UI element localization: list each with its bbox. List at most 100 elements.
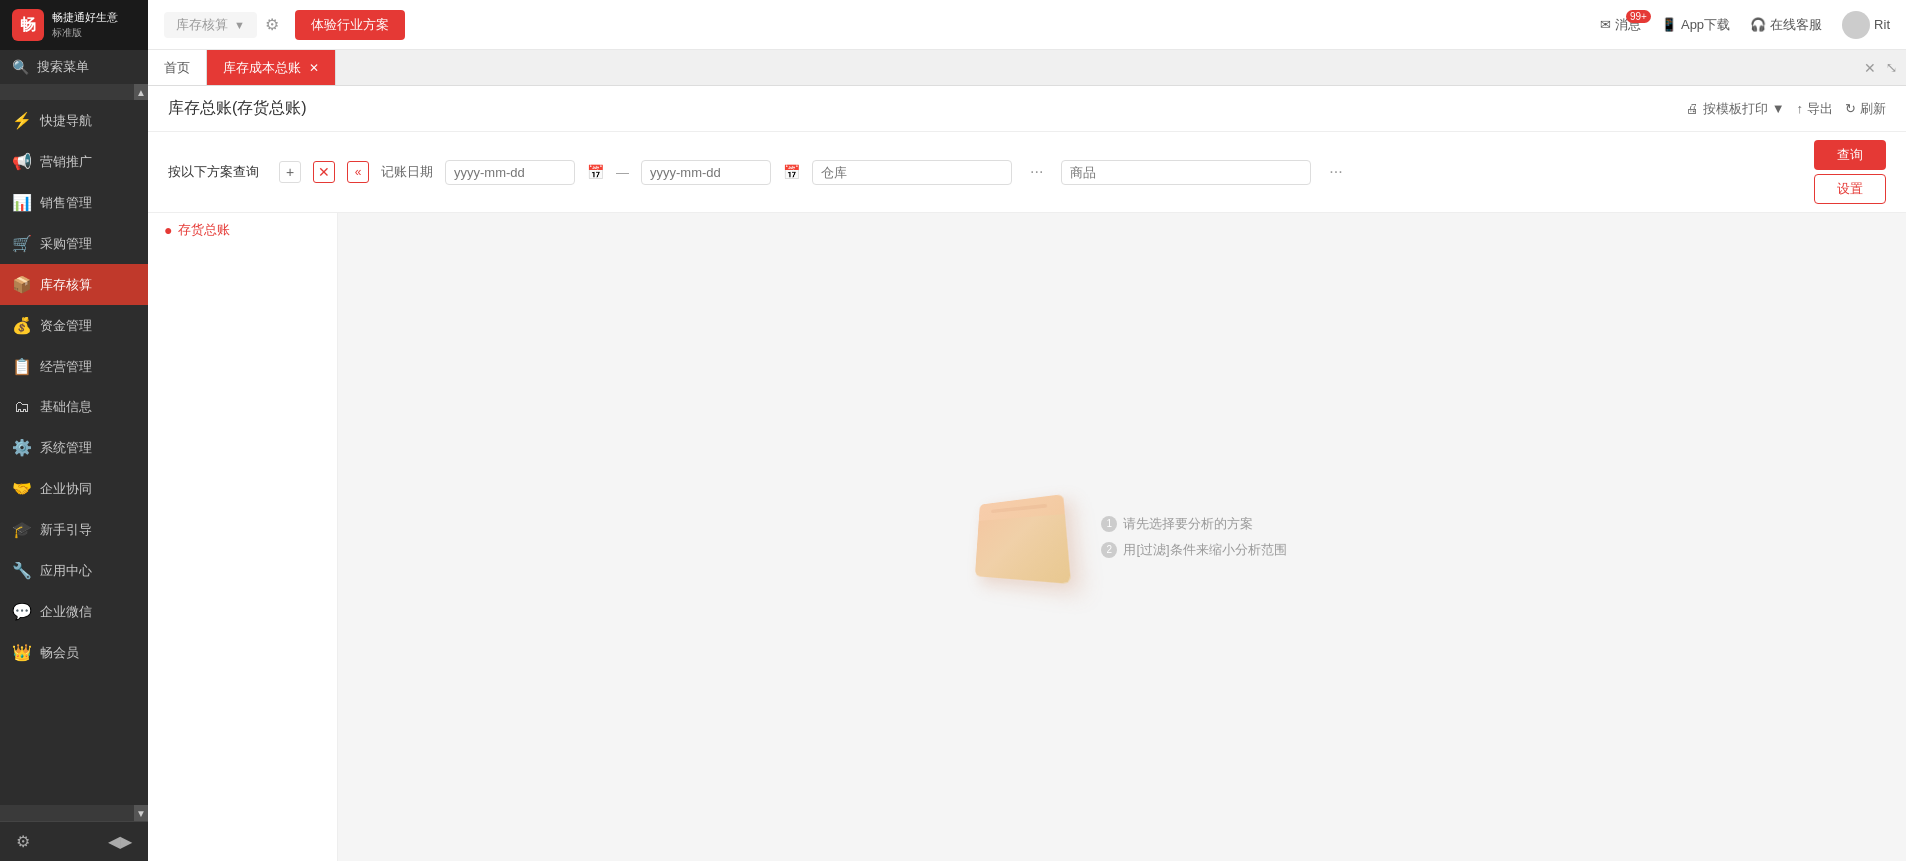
system-icon: ⚙️ bbox=[12, 438, 32, 457]
settings-icon[interactable]: ⚙ bbox=[16, 832, 30, 851]
print-chevron-icon: ▼ bbox=[1772, 101, 1785, 116]
avatar bbox=[1842, 11, 1870, 39]
sidebar-item-app-center[interactable]: 🔧 应用中心 bbox=[0, 550, 148, 591]
sidebar-item-label: 快捷导航 bbox=[40, 112, 92, 130]
app-download-label: App下载 bbox=[1681, 16, 1730, 34]
sidebar-item-sales[interactable]: 📊 销售管理 bbox=[0, 182, 148, 223]
sidebar-item-label: 企业协同 bbox=[40, 480, 92, 498]
calendar-start-icon[interactable]: 📅 bbox=[587, 164, 604, 180]
sidebar-item-label: 采购管理 bbox=[40, 235, 92, 253]
enterprise-wechat-icon: 💬 bbox=[12, 602, 32, 621]
tab-close-icon[interactable]: ✕ bbox=[309, 61, 319, 75]
filter-remove-btn[interactable]: ✕ bbox=[313, 161, 335, 183]
step-2-icon: 2 bbox=[1101, 542, 1117, 558]
scheme-item-inventory[interactable]: ● 存货总账 bbox=[148, 213, 337, 247]
hint-item-1: 1 请先选择要分析的方案 bbox=[1101, 511, 1286, 537]
sidebar-footer: ⚙ ◀▶ bbox=[0, 821, 148, 861]
app-center-icon: 🔧 bbox=[12, 561, 32, 580]
product-more-btn[interactable]: ··· bbox=[1323, 161, 1348, 183]
page-header: 库存总账(存货总账) 🖨 按模板打印 ▼ ↑ 导出 ↻ 刷新 bbox=[148, 86, 1906, 132]
page-title: 库存总账(存货总账) bbox=[168, 98, 307, 119]
date-start-input[interactable] bbox=[445, 160, 575, 185]
guide-icon: 🎓 bbox=[12, 520, 32, 539]
user-avatar-area[interactable]: Rit bbox=[1842, 11, 1890, 39]
warehouse-more-btn[interactable]: ··· bbox=[1024, 161, 1049, 183]
app-sub: 标准版 bbox=[52, 26, 118, 40]
app-download-btn[interactable]: 📱 App下载 bbox=[1661, 16, 1730, 34]
refresh-btn[interactable]: ↻ 刷新 bbox=[1845, 100, 1886, 118]
message-btn[interactable]: ✉ 消息 99+ bbox=[1600, 16, 1641, 34]
scroll-down-btn[interactable]: ▼ bbox=[134, 805, 148, 821]
sidebar-item-label: 畅会员 bbox=[40, 644, 79, 662]
step-1-icon: 1 bbox=[1101, 516, 1117, 532]
chevron-down-icon: ▼ bbox=[234, 19, 245, 31]
collapse-icon[interactable]: ◀▶ bbox=[108, 832, 132, 851]
industry-btn[interactable]: 体验行业方案 bbox=[295, 10, 405, 40]
sidebar-item-vip[interactable]: 👑 畅会员 bbox=[0, 632, 148, 673]
sidebar-item-enterprise-wechat[interactable]: 💬 企业微信 bbox=[0, 591, 148, 632]
sidebar-item-marketing[interactable]: 📢 营销推广 bbox=[0, 141, 148, 182]
sidebar-item-label: 经营管理 bbox=[40, 358, 92, 376]
sidebar-nav: ⚡ 快捷导航 📢 营销推广 📊 销售管理 🛒 采购管理 📦 库存核算 💰 资金管… bbox=[0, 100, 148, 805]
empty-state: 1 请先选择要分析的方案 2 用[过滤]条件来缩小分析范围 bbox=[957, 477, 1286, 597]
sidebar-item-cooperation[interactable]: 🤝 企业协同 bbox=[0, 468, 148, 509]
empty-hints: 1 请先选择要分析的方案 2 用[过滤]条件来缩小分析范围 bbox=[1101, 511, 1286, 563]
sidebar-item-label: 基础信息 bbox=[40, 398, 92, 416]
page-header-actions: 🖨 按模板打印 ▼ ↑ 导出 ↻ 刷新 bbox=[1686, 100, 1886, 118]
topbar: 库存核算 ▼ ⚙ 体验行业方案 ✉ 消息 99+ 📱 App下载 🎧 在线客服 bbox=[148, 0, 1906, 50]
filter-collapse-btn[interactable]: « bbox=[347, 161, 369, 183]
export-btn[interactable]: ↑ 导出 bbox=[1797, 100, 1834, 118]
empty-illustration bbox=[957, 477, 1077, 597]
sidebar-item-label: 营销推广 bbox=[40, 153, 92, 171]
sidebar-search[interactable]: 🔍 搜索菜单 bbox=[0, 50, 148, 84]
tab-home[interactable]: 首页 bbox=[148, 50, 207, 85]
tab-close-panel-btn[interactable]: ✕ bbox=[1860, 56, 1880, 80]
filter-actions: 查询 设置 bbox=[1814, 140, 1886, 204]
cooperation-icon: 🤝 bbox=[12, 479, 32, 498]
sidebar-item-system[interactable]: ⚙️ 系统管理 bbox=[0, 427, 148, 468]
tab-expand-btn[interactable]: ⤢ bbox=[1880, 58, 1904, 78]
product-input[interactable] bbox=[1061, 160, 1311, 185]
tab-inventory-ledger[interactable]: 库存成本总账 ✕ bbox=[207, 50, 336, 85]
print-label: 按模板打印 bbox=[1703, 100, 1768, 118]
sidebar-item-guide[interactable]: 🎓 新手引导 bbox=[0, 509, 148, 550]
main-data-area: 1 请先选择要分析的方案 2 用[过滤]条件来缩小分析范围 bbox=[338, 213, 1906, 861]
filter-add-btn[interactable]: + bbox=[279, 161, 301, 183]
date-end-input[interactable] bbox=[641, 160, 771, 185]
calendar-end-icon[interactable]: 📅 bbox=[783, 164, 800, 180]
topbar-settings-icon[interactable]: ⚙ bbox=[265, 15, 279, 34]
quick-nav-icon: ⚡ bbox=[12, 111, 32, 130]
scroll-up-btn[interactable]: ▲ bbox=[134, 84, 148, 100]
hint-item-2: 2 用[过滤]条件来缩小分析范围 bbox=[1101, 537, 1286, 563]
online-service-label: 在线客服 bbox=[1770, 16, 1822, 34]
logo-icon: 畅 bbox=[12, 9, 44, 41]
settings-btn[interactable]: 设置 bbox=[1814, 174, 1886, 204]
tab-inventory-ledger-label: 库存成本总账 bbox=[223, 59, 301, 77]
online-service-btn[interactable]: 🎧 在线客服 bbox=[1750, 16, 1822, 34]
query-btn[interactable]: 查询 bbox=[1814, 140, 1886, 170]
sidebar-item-inventory[interactable]: 📦 库存核算 bbox=[0, 264, 148, 305]
sidebar-item-label: 应用中心 bbox=[40, 562, 92, 580]
scheme-item-label: 存货总账 bbox=[178, 221, 230, 239]
export-label: 导出 bbox=[1807, 100, 1833, 118]
sidebar-item-basic-info[interactable]: 🗂 基础信息 bbox=[0, 387, 148, 427]
sidebar-item-quick-nav[interactable]: ⚡ 快捷导航 bbox=[0, 100, 148, 141]
main-area: 库存核算 ▼ ⚙ 体验行业方案 ✉ 消息 99+ 📱 App下载 🎧 在线客服 bbox=[148, 0, 1906, 861]
warehouse-input[interactable] bbox=[812, 160, 1012, 185]
box-shape bbox=[975, 494, 1071, 584]
topbar-right: ✉ 消息 99+ 📱 App下载 🎧 在线客服 Rit bbox=[1600, 11, 1890, 39]
breadcrumb[interactable]: 库存核算 ▼ bbox=[164, 12, 257, 38]
message-badge: 99+ bbox=[1626, 10, 1651, 23]
sidebar-item-purchase[interactable]: 🛒 采购管理 bbox=[0, 223, 148, 264]
box-top bbox=[979, 494, 1065, 521]
refresh-label: 刷新 bbox=[1860, 100, 1886, 118]
sidebar-search-label: 搜索菜单 bbox=[37, 58, 89, 76]
app-logo: 畅 畅捷通好生意 标准版 bbox=[0, 0, 148, 50]
hint-text-1: 请先选择要分析的方案 bbox=[1123, 511, 1253, 537]
sidebar-item-finance[interactable]: 💰 资金管理 bbox=[0, 305, 148, 346]
logo-text-group: 畅捷通好生意 标准版 bbox=[52, 10, 118, 39]
username: Rit bbox=[1874, 17, 1890, 32]
print-btn[interactable]: 🖨 按模板打印 ▼ bbox=[1686, 100, 1785, 118]
sidebar-item-operation[interactable]: 📋 经营管理 bbox=[0, 346, 148, 387]
app-name: 畅捷通好生意 bbox=[52, 10, 118, 25]
